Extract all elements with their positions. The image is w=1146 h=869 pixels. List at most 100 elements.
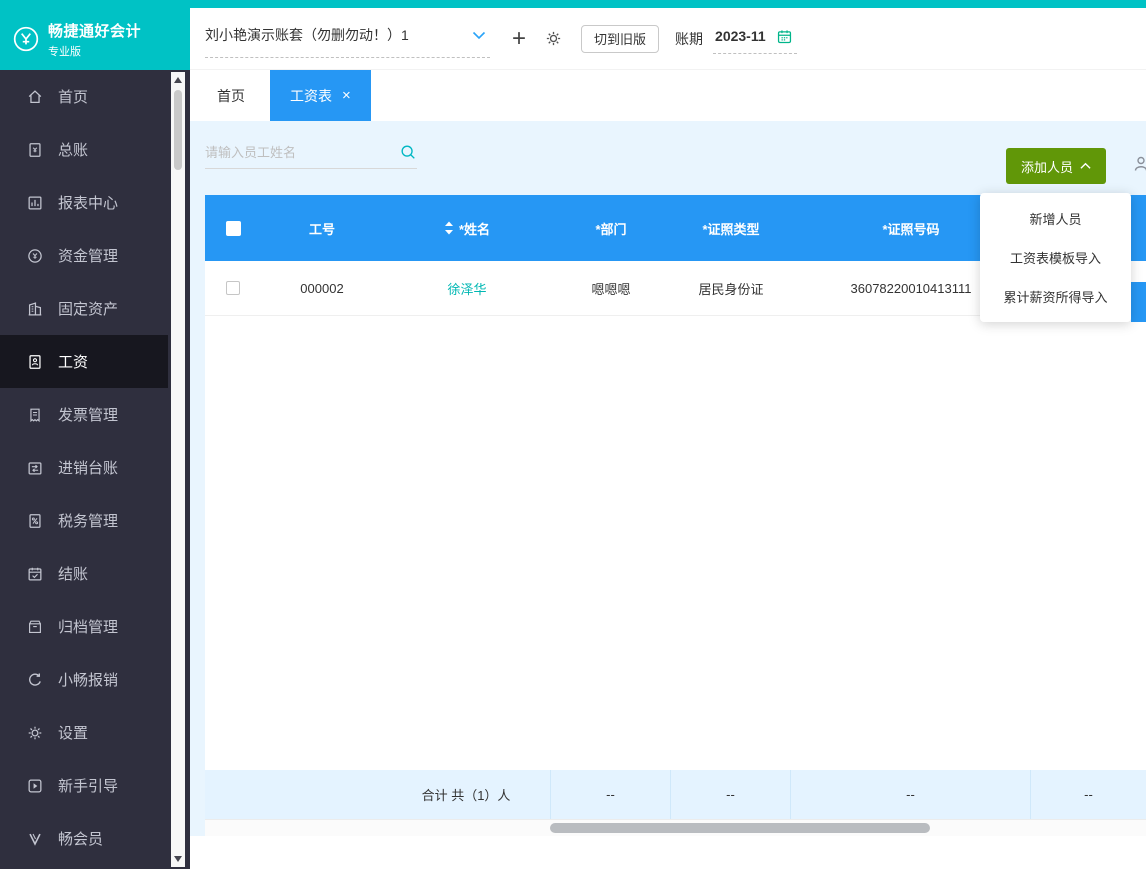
sidebar-item-label: 工资 xyxy=(58,354,89,371)
tab-home[interactable]: 首页 xyxy=(200,70,262,121)
sidebar-item-invoice-management[interactable]: 发票管理 xyxy=(0,388,168,441)
sidebar-item-closing[interactable]: 结账 xyxy=(0,547,168,600)
search-box[interactable] xyxy=(205,143,417,169)
sidebar-item-label: 进销台账 xyxy=(58,460,119,477)
search-icon[interactable] xyxy=(399,143,417,161)
account-selector[interactable]: 刘小艳演示账套（勿删勿动！）1 xyxy=(205,19,490,58)
scroll-down-arrow-icon[interactable] xyxy=(171,853,185,865)
building-icon xyxy=(28,301,42,315)
table-empty-space xyxy=(205,316,1146,770)
add-account-set-icon[interactable]: + xyxy=(512,26,526,51)
tab-salary-table[interactable]: 工资表 × xyxy=(270,70,371,121)
search-input[interactable] xyxy=(205,144,393,160)
brand-logo-icon xyxy=(13,26,39,52)
tab-label: 首页 xyxy=(217,87,245,104)
bottom-strip xyxy=(190,836,1146,869)
content-area: 添加人员 工号 *姓名 *部门 *证照类型 *证照号码 xyxy=(190,121,1146,869)
topbar: 刘小艳演示账套（勿删勿动！）1 + 切到旧版 账期 2023-11 xyxy=(190,8,1146,70)
sidebar-item-label: 报表中心 xyxy=(58,195,119,212)
sidebar-item-label: 总账 xyxy=(58,142,89,159)
settings-gear-icon[interactable] xyxy=(544,29,563,48)
reimburse-loop-icon xyxy=(29,673,41,686)
calendar-icon[interactable] xyxy=(776,28,793,45)
sidebar-scroll-thumb[interactable] xyxy=(174,90,182,170)
horizontal-scroll-thumb[interactable] xyxy=(550,823,930,833)
sidebar-item-tax-management[interactable]: 税务管理 xyxy=(0,494,168,547)
add-personnel-label: 添加人员 xyxy=(1020,159,1073,175)
brand-subtitle: 专业版 xyxy=(48,45,81,58)
guide-play-icon xyxy=(28,779,42,792)
brand-title: 畅捷通好会计 xyxy=(48,22,142,40)
footer-total-cell: 合计 共（1）人 xyxy=(205,770,551,819)
table-footer-row: 合计 共（1）人 -- -- -- -- xyxy=(205,770,1146,819)
sidebar-item-salary[interactable]: 工资 xyxy=(0,335,168,388)
sidebar-item-label: 税务管理 xyxy=(58,513,119,530)
sidebar-item-archive-management[interactable]: 归档管理 xyxy=(0,600,168,653)
cell-department: 嗯嗯嗯 xyxy=(591,281,631,297)
footer-extra-cell: -- xyxy=(1084,787,1093,802)
footer-id-number-cell: -- xyxy=(791,770,1031,819)
footer-department-cell: -- xyxy=(551,770,671,819)
period-value: 2023-11 xyxy=(715,28,766,44)
sidebar-nav: 首页 总账 报表中心 资金管理 固定资产 工资 发票管理 进销台账 税务管理 结… xyxy=(0,70,168,869)
sidebar-item-fixed-assets[interactable]: 固定资产 xyxy=(0,282,168,335)
app-window: 畅捷通好会计 专业版 首页 总账 报表中心 资金管理 固定资产 工资 发票管理 … xyxy=(0,0,1146,869)
sidebar-item-report-center[interactable]: 报表中心 xyxy=(0,176,168,229)
row-checkbox-cell xyxy=(205,261,261,315)
menu-item-add-person[interactable]: 新增人员 xyxy=(980,199,1131,238)
chevron-up-icon xyxy=(1080,162,1091,169)
chevron-down-icon[interactable] xyxy=(472,31,486,40)
cell-id-type: 居民身份证 xyxy=(698,281,764,297)
sidebar-item-home[interactable]: 首页 xyxy=(0,70,168,123)
sidebar-item-fund-management[interactable]: 资金管理 xyxy=(0,229,168,282)
sidebar-item-settings[interactable]: 设置 xyxy=(0,706,168,759)
employee-name-link[interactable]: 徐泽华 xyxy=(447,279,486,298)
cell-name: 徐泽华 xyxy=(383,261,551,315)
footer-total: 合计 共（1）人 xyxy=(421,788,511,803)
column-header-employee-id[interactable]: 工号 xyxy=(261,195,383,261)
add-personnel-button[interactable]: 添加人员 xyxy=(1006,148,1106,184)
column-header-department[interactable]: *部门 xyxy=(551,195,671,261)
column-header-id-type[interactable]: *证照类型 xyxy=(671,195,791,261)
horizontal-scrollbar[interactable] xyxy=(205,819,1146,836)
partial-table-element xyxy=(1131,282,1146,322)
sidebar-scrollbar[interactable] xyxy=(171,72,185,867)
sidebar-item-label: 畅会员 xyxy=(58,831,104,848)
sidebar-item-label: 新手引导 xyxy=(58,778,119,795)
sort-icon[interactable] xyxy=(444,221,454,235)
sidebar-item-reimbursement[interactable]: 小畅报销 xyxy=(0,653,168,706)
sidebar-item-label: 首页 xyxy=(58,89,89,106)
period-selector[interactable]: 2023-11 xyxy=(713,24,797,54)
switch-old-version-button[interactable]: 切到旧版 xyxy=(581,24,660,53)
period-label: 账期 xyxy=(675,30,704,47)
sidebar: 畅捷通好会计 专业版 首页 总账 报表中心 资金管理 固定资产 工资 发票管理 … xyxy=(0,8,190,869)
closing-calendar-icon xyxy=(28,567,42,580)
sidebar-item-general-ledger[interactable]: 总账 xyxy=(0,123,168,176)
sidebar-item-newbie-guide[interactable]: 新手引导 xyxy=(0,759,168,812)
scroll-up-arrow-icon[interactable] xyxy=(171,74,185,86)
archive-box-icon xyxy=(29,620,41,633)
brand-logo: 畅捷通好会计 专业版 xyxy=(0,8,190,70)
main-area: 刘小艳演示账套（勿删勿动！）1 + 切到旧版 账期 2023-11 首页 工资表… xyxy=(190,8,1146,869)
sidebar-item-label: 小畅报销 xyxy=(58,672,119,689)
invoice-receipt-icon xyxy=(30,408,40,422)
sidebar-item-purchase-sales-ledger[interactable]: 进销台账 xyxy=(0,441,168,494)
sidebar-item-member[interactable]: 畅会员 xyxy=(0,812,168,865)
column-header-name[interactable]: *姓名 xyxy=(383,195,551,261)
row-checkbox[interactable] xyxy=(226,281,240,295)
menu-item-template-import[interactable]: 工资表模板导入 xyxy=(980,238,1131,277)
report-chart-icon xyxy=(28,196,42,209)
member-v-icon xyxy=(29,833,41,846)
tax-percent-icon xyxy=(29,513,41,528)
person-add-icon xyxy=(1134,156,1146,171)
salary-doc-icon xyxy=(29,354,41,369)
sidebar-item-label: 归档管理 xyxy=(58,619,119,636)
invite-person-icon[interactable] xyxy=(1133,154,1146,174)
gear-icon xyxy=(28,726,42,739)
select-all-checkbox[interactable] xyxy=(225,220,241,236)
sidebar-item-label: 设置 xyxy=(58,725,89,742)
menu-item-cumulative-salary-import[interactable]: 累计薪资所得导入 xyxy=(980,277,1131,316)
tab-close-icon[interactable]: × xyxy=(342,88,351,103)
cell-employee-id: 000002 xyxy=(300,280,344,296)
footer-id-type-cell: -- xyxy=(671,770,791,819)
